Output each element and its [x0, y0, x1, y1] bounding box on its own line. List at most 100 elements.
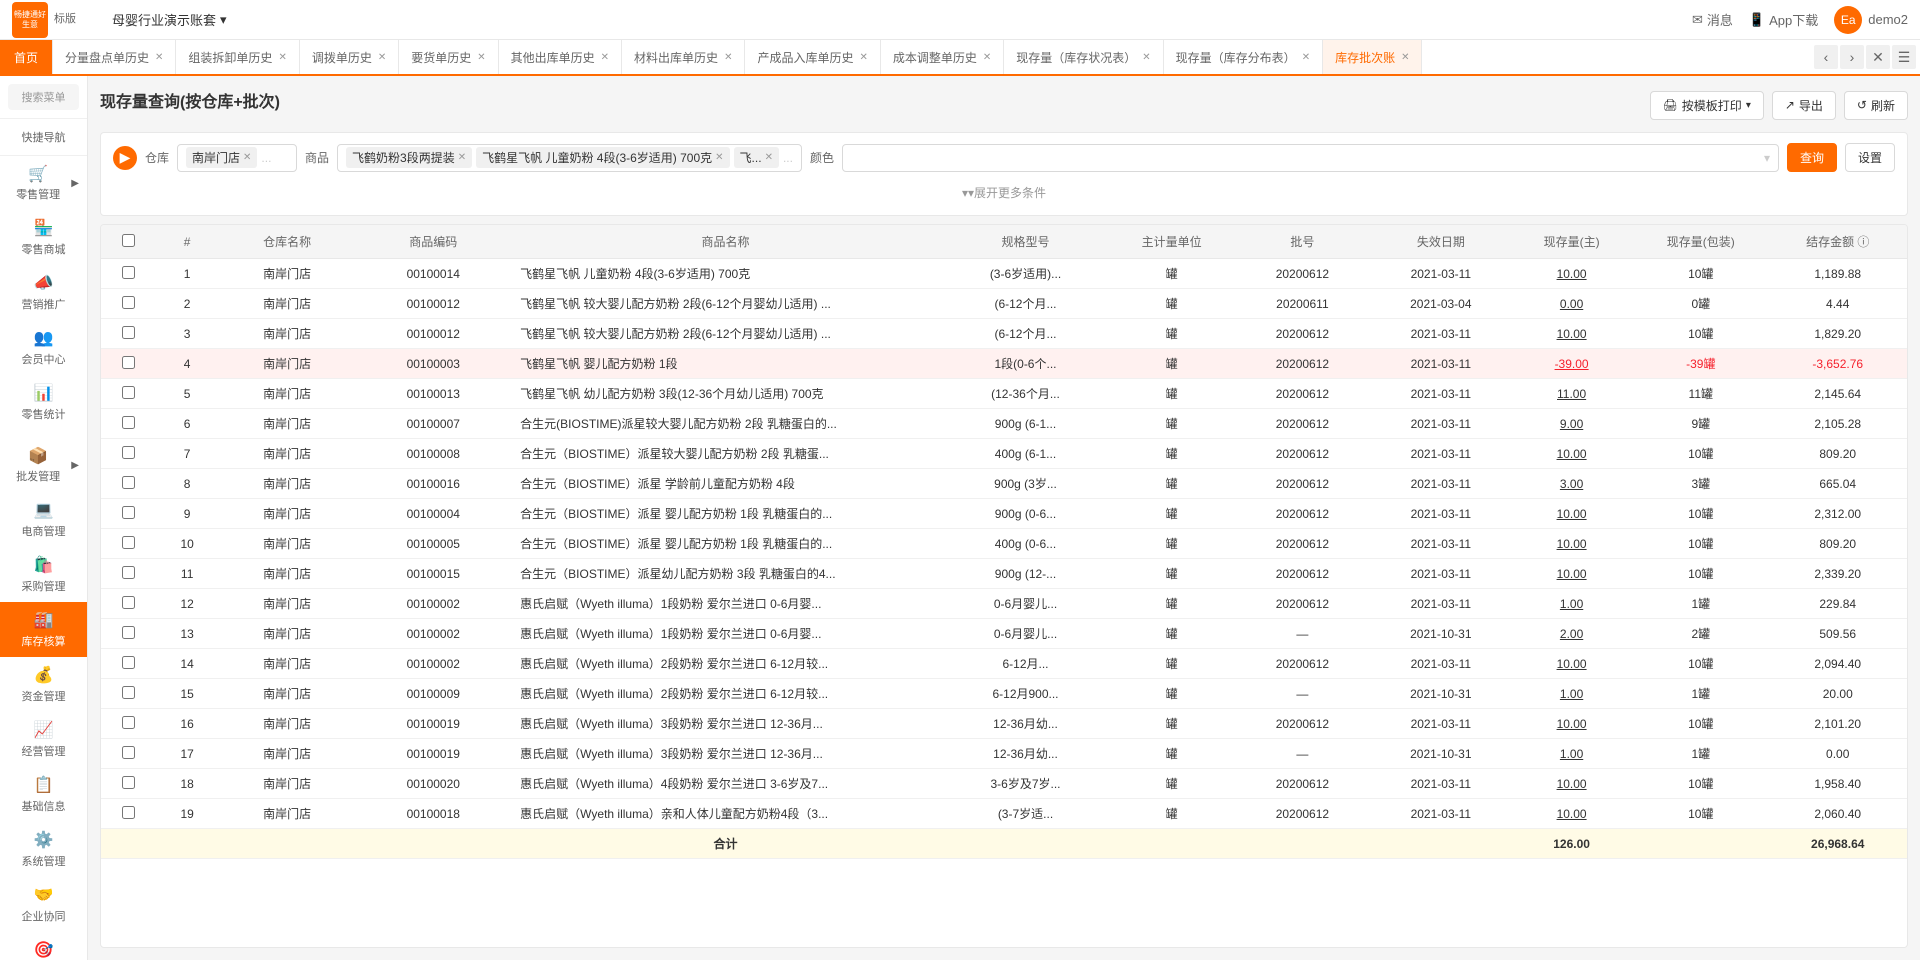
- export-btn[interactable]: ↗ 导出: [1772, 91, 1836, 120]
- close-tab-other-out[interactable]: ✕: [601, 52, 609, 63]
- close-tab-cost-adjust[interactable]: ✕: [983, 52, 991, 63]
- sidebar-item-operations[interactable]: 📈 经营管理: [0, 712, 87, 767]
- user-info[interactable]: Ea demo2: [1834, 6, 1908, 34]
- tab-inventory-status[interactable]: 现存量（库存状况表） ✕: [1004, 40, 1163, 74]
- cell-check[interactable]: [101, 379, 156, 409]
- color-filter-input[interactable]: ▾: [842, 144, 1779, 172]
- cell-check[interactable]: [101, 589, 156, 619]
- cell-qty-main[interactable]: 9.00: [1510, 409, 1633, 439]
- sidebar-item-retail-mgmt[interactable]: 🛒 零售管理 ▶: [0, 156, 87, 210]
- cell-qty-main[interactable]: 10.00: [1510, 439, 1633, 469]
- quick-nav-btn[interactable]: 快捷导航: [0, 123, 87, 151]
- app-download-btn[interactable]: 📱 App下载: [1749, 10, 1818, 29]
- cell-qty-main[interactable]: 1.00: [1510, 739, 1633, 769]
- cell-check[interactable]: [101, 709, 156, 739]
- cell-check[interactable]: [101, 619, 156, 649]
- row-checkbox-14[interactable]: [122, 686, 135, 699]
- close-tab-batch-voucher[interactable]: ✕: [1401, 52, 1409, 63]
- cell-check[interactable]: [101, 529, 156, 559]
- sidebar-item-enterprise[interactable]: 🤝 企业协同: [0, 877, 87, 932]
- row-checkbox-7[interactable]: [122, 476, 135, 489]
- filter-expand-row[interactable]: ▾▾ 展开更多条件: [113, 180, 1895, 205]
- warehouse-filter-input[interactable]: 南岸门店 ✕ ...: [177, 144, 297, 172]
- row-checkbox-17[interactable]: [122, 776, 135, 789]
- row-checkbox-10[interactable]: [122, 566, 135, 579]
- sidebar-item-new-guide[interactable]: 🎯 新手引导: [0, 932, 87, 960]
- cell-check[interactable]: [101, 649, 156, 679]
- tab-other-out[interactable]: 其他出库单历史 ✕: [499, 40, 622, 74]
- row-checkbox-9[interactable]: [122, 536, 135, 549]
- row-checkbox-0[interactable]: [122, 266, 135, 279]
- tab-disassemble[interactable]: 组装拆卸单历史 ✕: [176, 40, 299, 74]
- remove-product-tag-1[interactable]: ✕: [458, 152, 466, 163]
- query-btn[interactable]: 查询: [1787, 143, 1837, 172]
- cell-qty-main[interactable]: 10.00: [1510, 709, 1633, 739]
- cell-qty-main[interactable]: -39.00: [1510, 349, 1633, 379]
- cell-qty-main[interactable]: 10.00: [1510, 799, 1633, 829]
- row-checkbox-11[interactable]: [122, 596, 135, 609]
- row-checkbox-5[interactable]: [122, 416, 135, 429]
- tab-requisition[interactable]: 要货单历史 ✕: [399, 40, 498, 74]
- tab-cost-adjust[interactable]: 成本调整单历史 ✕: [881, 40, 1004, 74]
- close-tab-split-inventory[interactable]: ✕: [155, 52, 163, 63]
- sidebar-item-finance[interactable]: 💰 资金管理: [0, 657, 87, 712]
- cell-check[interactable]: [101, 349, 156, 379]
- close-tab-material-out[interactable]: ✕: [724, 52, 732, 63]
- close-tab-picking[interactable]: ✕: [378, 52, 386, 63]
- sidebar-item-wholesale[interactable]: 📦 批发管理 ▶: [0, 438, 87, 492]
- tab-batch-voucher[interactable]: 库存批次账 ✕: [1323, 40, 1422, 74]
- cell-check[interactable]: [101, 559, 156, 589]
- sidebar-item-retail-shop[interactable]: 🏪 零售商城: [0, 210, 87, 265]
- cell-check[interactable]: [101, 469, 156, 499]
- cell-check[interactable]: [101, 769, 156, 799]
- remove-product-tag-2[interactable]: ✕: [715, 152, 723, 163]
- close-tab-product-in[interactable]: ✕: [859, 52, 867, 63]
- tab-home[interactable]: 首页: [0, 40, 53, 74]
- tab-split-inventory[interactable]: 分量盘点单历史 ✕: [53, 40, 176, 74]
- close-tab-inventory-status[interactable]: ✕: [1142, 52, 1150, 63]
- filter-expand-arrow[interactable]: ▶: [113, 146, 137, 170]
- tab-product-in[interactable]: 产成品入库单历史 ✕: [745, 40, 880, 74]
- row-checkbox-12[interactable]: [122, 626, 135, 639]
- cell-qty-main[interactable]: 10.00: [1510, 529, 1633, 559]
- account-selector[interactable]: 母婴行业演示账套 ▾: [112, 10, 227, 29]
- remove-warehouse-tag[interactable]: ✕: [243, 152, 251, 163]
- product-filter-input[interactable]: 飞鹤奶粉3段两提装 ✕ 飞鹤星飞帆 儿童奶粉 4段(3-6岁适用) 700克 ✕…: [337, 144, 802, 172]
- cell-check[interactable]: [101, 409, 156, 439]
- tab-close-all-btn[interactable]: ✕: [1866, 45, 1890, 69]
- close-tab-requisition[interactable]: ✕: [477, 52, 485, 63]
- row-checkbox-4[interactable]: [122, 386, 135, 399]
- row-checkbox-2[interactable]: [122, 326, 135, 339]
- tab-material-out[interactable]: 材料出库单历史 ✕: [622, 40, 745, 74]
- row-checkbox-1[interactable]: [122, 296, 135, 309]
- cell-qty-main[interactable]: 10.00: [1510, 559, 1633, 589]
- row-checkbox-16[interactable]: [122, 746, 135, 759]
- sidebar-item-sys-mgmt[interactable]: ⚙️ 系统管理: [0, 822, 87, 877]
- cell-qty-main[interactable]: 10.00: [1510, 319, 1633, 349]
- cell-qty-main[interactable]: 1.00: [1510, 679, 1633, 709]
- row-checkbox-13[interactable]: [122, 656, 135, 669]
- cell-qty-main[interactable]: 10.00: [1510, 499, 1633, 529]
- row-checkbox-3[interactable]: [122, 356, 135, 369]
- sidebar-item-retail-stats[interactable]: 📊 零售统计: [0, 375, 87, 430]
- tab-prev-btn[interactable]: ‹: [1814, 45, 1838, 69]
- tab-inventory-dist[interactable]: 现存量（库存分布表） ✕: [1164, 40, 1323, 74]
- sidebar-item-members[interactable]: 👥 会员中心: [0, 320, 87, 375]
- tab-picking[interactable]: 调拨单历史 ✕: [300, 40, 399, 74]
- cell-qty-main[interactable]: 2.00: [1510, 619, 1633, 649]
- row-checkbox-8[interactable]: [122, 506, 135, 519]
- row-checkbox-6[interactable]: [122, 446, 135, 459]
- tab-menu-btn[interactable]: ☰: [1892, 45, 1916, 69]
- row-checkbox-15[interactable]: [122, 716, 135, 729]
- cell-qty-main[interactable]: 11.00: [1510, 379, 1633, 409]
- cell-check[interactable]: [101, 259, 156, 289]
- cell-check[interactable]: [101, 799, 156, 829]
- cell-check[interactable]: [101, 679, 156, 709]
- cell-check[interactable]: [101, 439, 156, 469]
- row-checkbox-18[interactable]: [122, 806, 135, 819]
- close-tab-disassemble[interactable]: ✕: [278, 52, 286, 63]
- cell-check[interactable]: [101, 739, 156, 769]
- sidebar-item-ecommerce[interactable]: 💻 电商管理: [0, 492, 87, 547]
- cell-qty-main[interactable]: 3.00: [1510, 469, 1633, 499]
- select-all-checkbox[interactable]: [122, 234, 135, 247]
